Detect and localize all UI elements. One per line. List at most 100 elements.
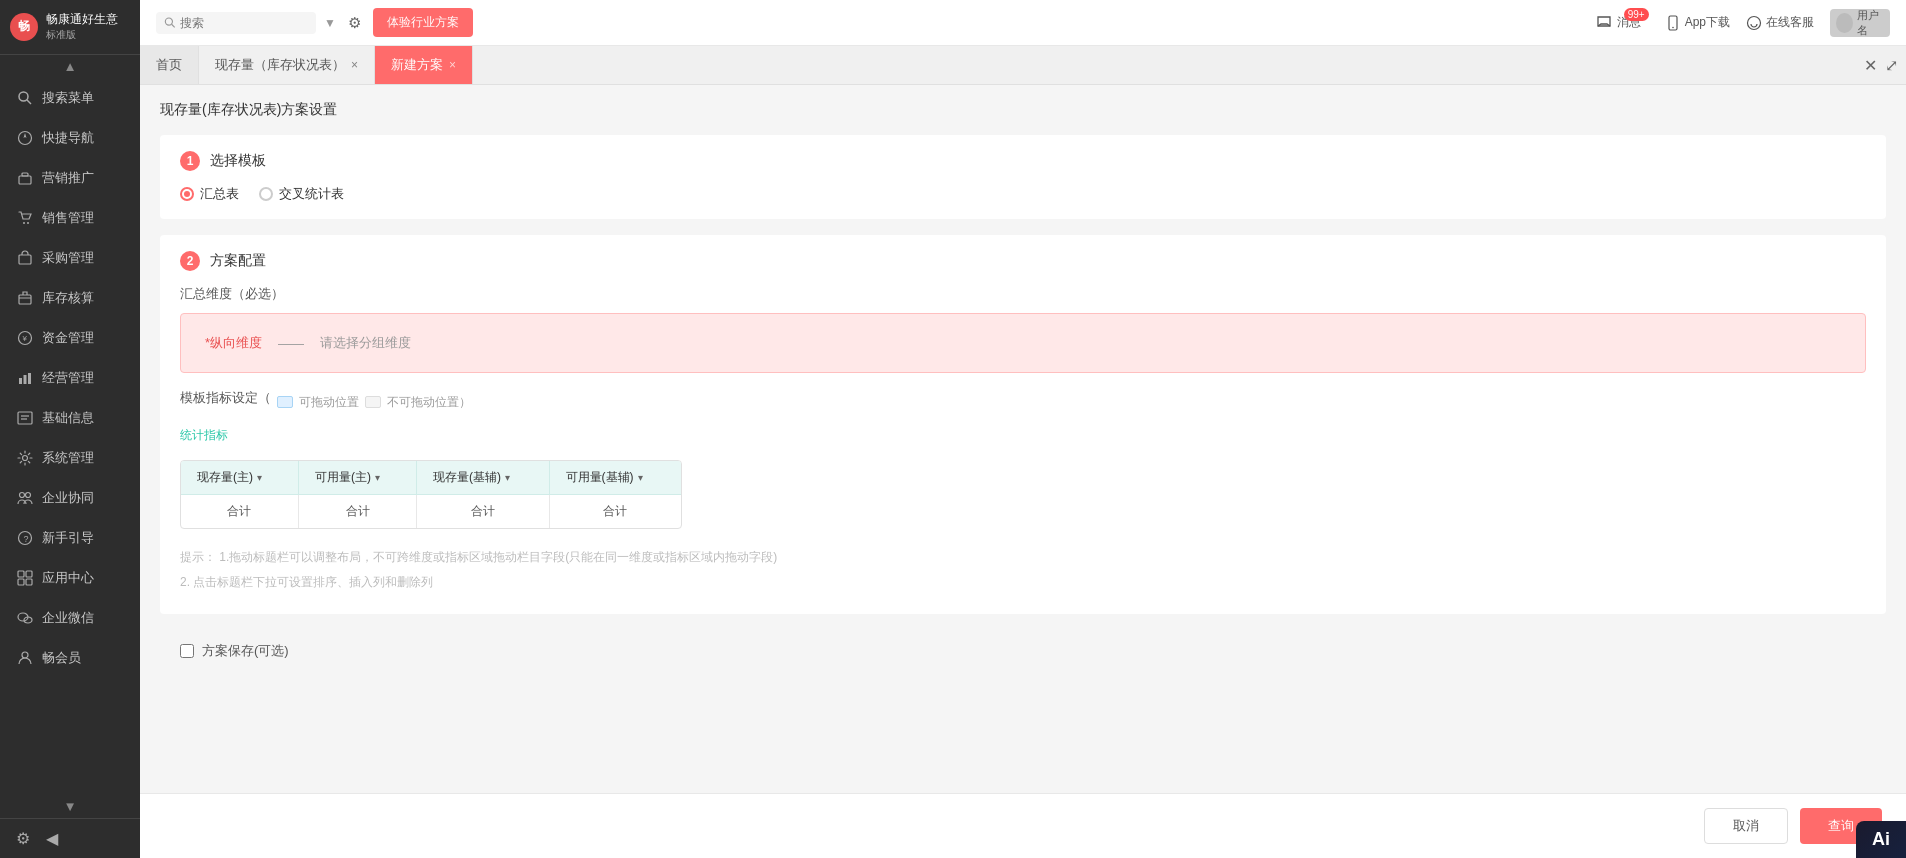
tab-home-label: 首页	[156, 56, 182, 74]
sidebar-item-label: 应用中心	[42, 569, 94, 587]
col2-dropdown-icon[interactable]: ▾	[505, 472, 510, 483]
settings-footer-icon[interactable]: ⚙	[16, 829, 30, 848]
tab-expand-btn[interactable]: ⤢	[1885, 56, 1898, 75]
sidebar-scroll-down[interactable]: ▼	[0, 795, 140, 818]
col-sub-1: 合计	[298, 495, 416, 529]
svg-rect-13	[24, 375, 27, 384]
sidebar-item-search[interactable]: 搜索菜单	[0, 78, 140, 118]
save-scheme-checkbox[interactable]	[180, 644, 194, 658]
sidebar-item-operations[interactable]: 经营管理	[0, 358, 140, 398]
svg-rect-9	[19, 295, 31, 304]
sidebar-logo: 畅 畅康通好生意 标准版	[0, 0, 140, 55]
sidebar-scroll-up[interactable]: ▲	[0, 55, 140, 78]
message-icon	[1595, 14, 1613, 32]
user-avatar[interactable]: 用户名	[1830, 9, 1890, 37]
sidebar-item-sales[interactable]: 销售管理	[0, 198, 140, 238]
topbar-right: 99+ 消息 App下载 在线客服 用户名	[1595, 9, 1890, 37]
tab-new-scheme[interactable]: 新建方案 ×	[375, 46, 473, 84]
radio-summary-label: 汇总表	[200, 185, 239, 203]
svg-rect-26	[26, 579, 32, 585]
money-icon: ¥	[16, 329, 34, 347]
sidebar-item-system[interactable]: 系统管理	[0, 438, 140, 478]
sidebar-item-label: 销售管理	[42, 209, 94, 227]
svg-point-0	[19, 92, 28, 101]
gear-icon	[16, 449, 34, 467]
topbar-settings-icon[interactable]: ⚙	[348, 14, 361, 32]
tab-inventory-close[interactable]: ×	[351, 58, 358, 72]
col-header-2[interactable]: 现存量(基辅) ▾	[417, 461, 550, 495]
tab-new-scheme-close[interactable]: ×	[449, 58, 456, 72]
search-dropdown-icon[interactable]: ▼	[324, 16, 336, 30]
sidebar-menu: 搜索菜单 快捷导航 营销推广 销售管理 采购管理	[0, 78, 140, 795]
summary-dim-label: 汇总维度（必选）	[180, 285, 1866, 303]
wechat-icon	[16, 609, 34, 627]
sidebar-item-inventory[interactable]: 库存核算	[0, 278, 140, 318]
stat-table: 现存量(主) ▾ 可用量(主) ▾	[180, 460, 682, 529]
col-header-3[interactable]: 可用量(基辅) ▾	[549, 461, 681, 495]
dimension-box: *纵向维度 —— 请选择分组维度	[180, 313, 1866, 373]
sidebar-item-label: 资金管理	[42, 329, 94, 347]
sidebar-item-wechat[interactable]: 企业微信	[0, 598, 140, 638]
dimension-row: *纵向维度 —— 请选择分组维度	[205, 334, 1841, 352]
sidebar-item-basic-info[interactable]: 基础信息	[0, 398, 140, 438]
audio-footer-icon[interactable]: ◀	[46, 829, 58, 848]
sidebar-item-apps[interactable]: 应用中心	[0, 558, 140, 598]
action-bar: 取消 查询	[140, 793, 1906, 858]
tab-home[interactable]: 首页	[140, 46, 199, 84]
app-name: 畅康通好生意 标准版	[46, 12, 118, 42]
svg-rect-4	[19, 176, 31, 184]
col1-dropdown-icon[interactable]: ▾	[375, 472, 380, 483]
ai-badge[interactable]: Ai	[1856, 821, 1906, 858]
messages-btn[interactable]: 99+ 消息	[1595, 14, 1641, 32]
sidebar-item-guide[interactable]: ? 新手引导	[0, 518, 140, 558]
chart-icon	[16, 369, 34, 387]
app-download-btn[interactable]: App下载	[1665, 14, 1730, 31]
stat-table-label: 统计指标	[180, 427, 1866, 444]
sidebar-item-label: 库存核算	[42, 289, 94, 307]
radio-cross-table[interactable]: 交叉统计表	[259, 185, 344, 203]
tabs-end-controls: ✕ ⤢	[1856, 56, 1906, 75]
tab-close-all-btn[interactable]: ✕	[1864, 56, 1877, 75]
svg-point-20	[26, 492, 31, 497]
fixed-box	[365, 396, 381, 408]
sidebar-item-marketing[interactable]: 营销推广	[0, 158, 140, 198]
cancel-button[interactable]: 取消	[1704, 808, 1788, 844]
bag-icon	[16, 249, 34, 267]
draggable-box	[277, 396, 293, 408]
col3-dropdown-icon[interactable]: ▾	[638, 472, 643, 483]
sidebar-item-quicknav[interactable]: 快捷导航	[0, 118, 140, 158]
col0-dropdown-icon[interactable]: ▾	[257, 472, 262, 483]
search-input[interactable]	[180, 16, 308, 30]
sidebar-item-member[interactable]: 畅会员	[0, 638, 140, 678]
svg-rect-24	[26, 571, 32, 577]
radio-summary-circle	[180, 187, 194, 201]
tab-inventory-label: 现存量（库存状况表）	[215, 56, 345, 74]
col-header-1[interactable]: 可用量(主) ▾	[298, 461, 416, 495]
tab-inventory[interactable]: 现存量（库存状况表） ×	[199, 46, 375, 84]
search-box[interactable]	[156, 12, 316, 34]
radio-summary-table[interactable]: 汇总表	[180, 185, 239, 203]
sidebar-item-label: 快捷导航	[42, 129, 94, 147]
col-sub-3: 合计	[549, 495, 681, 529]
svg-marker-3	[24, 133, 27, 138]
online-service-btn[interactable]: 在线客服	[1746, 14, 1814, 31]
radio-cross-circle	[259, 187, 273, 201]
col-header-0[interactable]: 现存量(主) ▾	[181, 461, 298, 495]
svg-point-18	[23, 455, 28, 460]
vertical-dim-dash: ——	[278, 336, 304, 351]
vertical-dim-placeholder[interactable]: 请选择分组维度	[320, 334, 411, 352]
sidebar-item-purchase[interactable]: 采购管理	[0, 238, 140, 278]
trial-industry-btn[interactable]: 体验行业方案	[373, 8, 473, 37]
save-option-bar: 方案保存(可选)	[160, 630, 1886, 676]
sidebar-item-enterprise[interactable]: 企业协同	[0, 478, 140, 518]
indicator-setting-row: 模板指标设定（ 可拖动位置 不可拖动位置）	[180, 389, 1866, 415]
tab-new-scheme-label: 新建方案	[391, 56, 443, 74]
indicator-label-text: 模板指标设定（	[180, 389, 271, 407]
sidebar-item-finance[interactable]: ¥ 资金管理	[0, 318, 140, 358]
svg-rect-8	[19, 255, 31, 264]
legend-fixed: 不可拖动位置）	[365, 394, 471, 411]
sidebar-item-label: 采购管理	[42, 249, 94, 267]
svg-point-6	[23, 222, 25, 224]
sidebar-item-label: 畅会员	[42, 649, 81, 667]
col-sub-0: 合计	[181, 495, 298, 529]
